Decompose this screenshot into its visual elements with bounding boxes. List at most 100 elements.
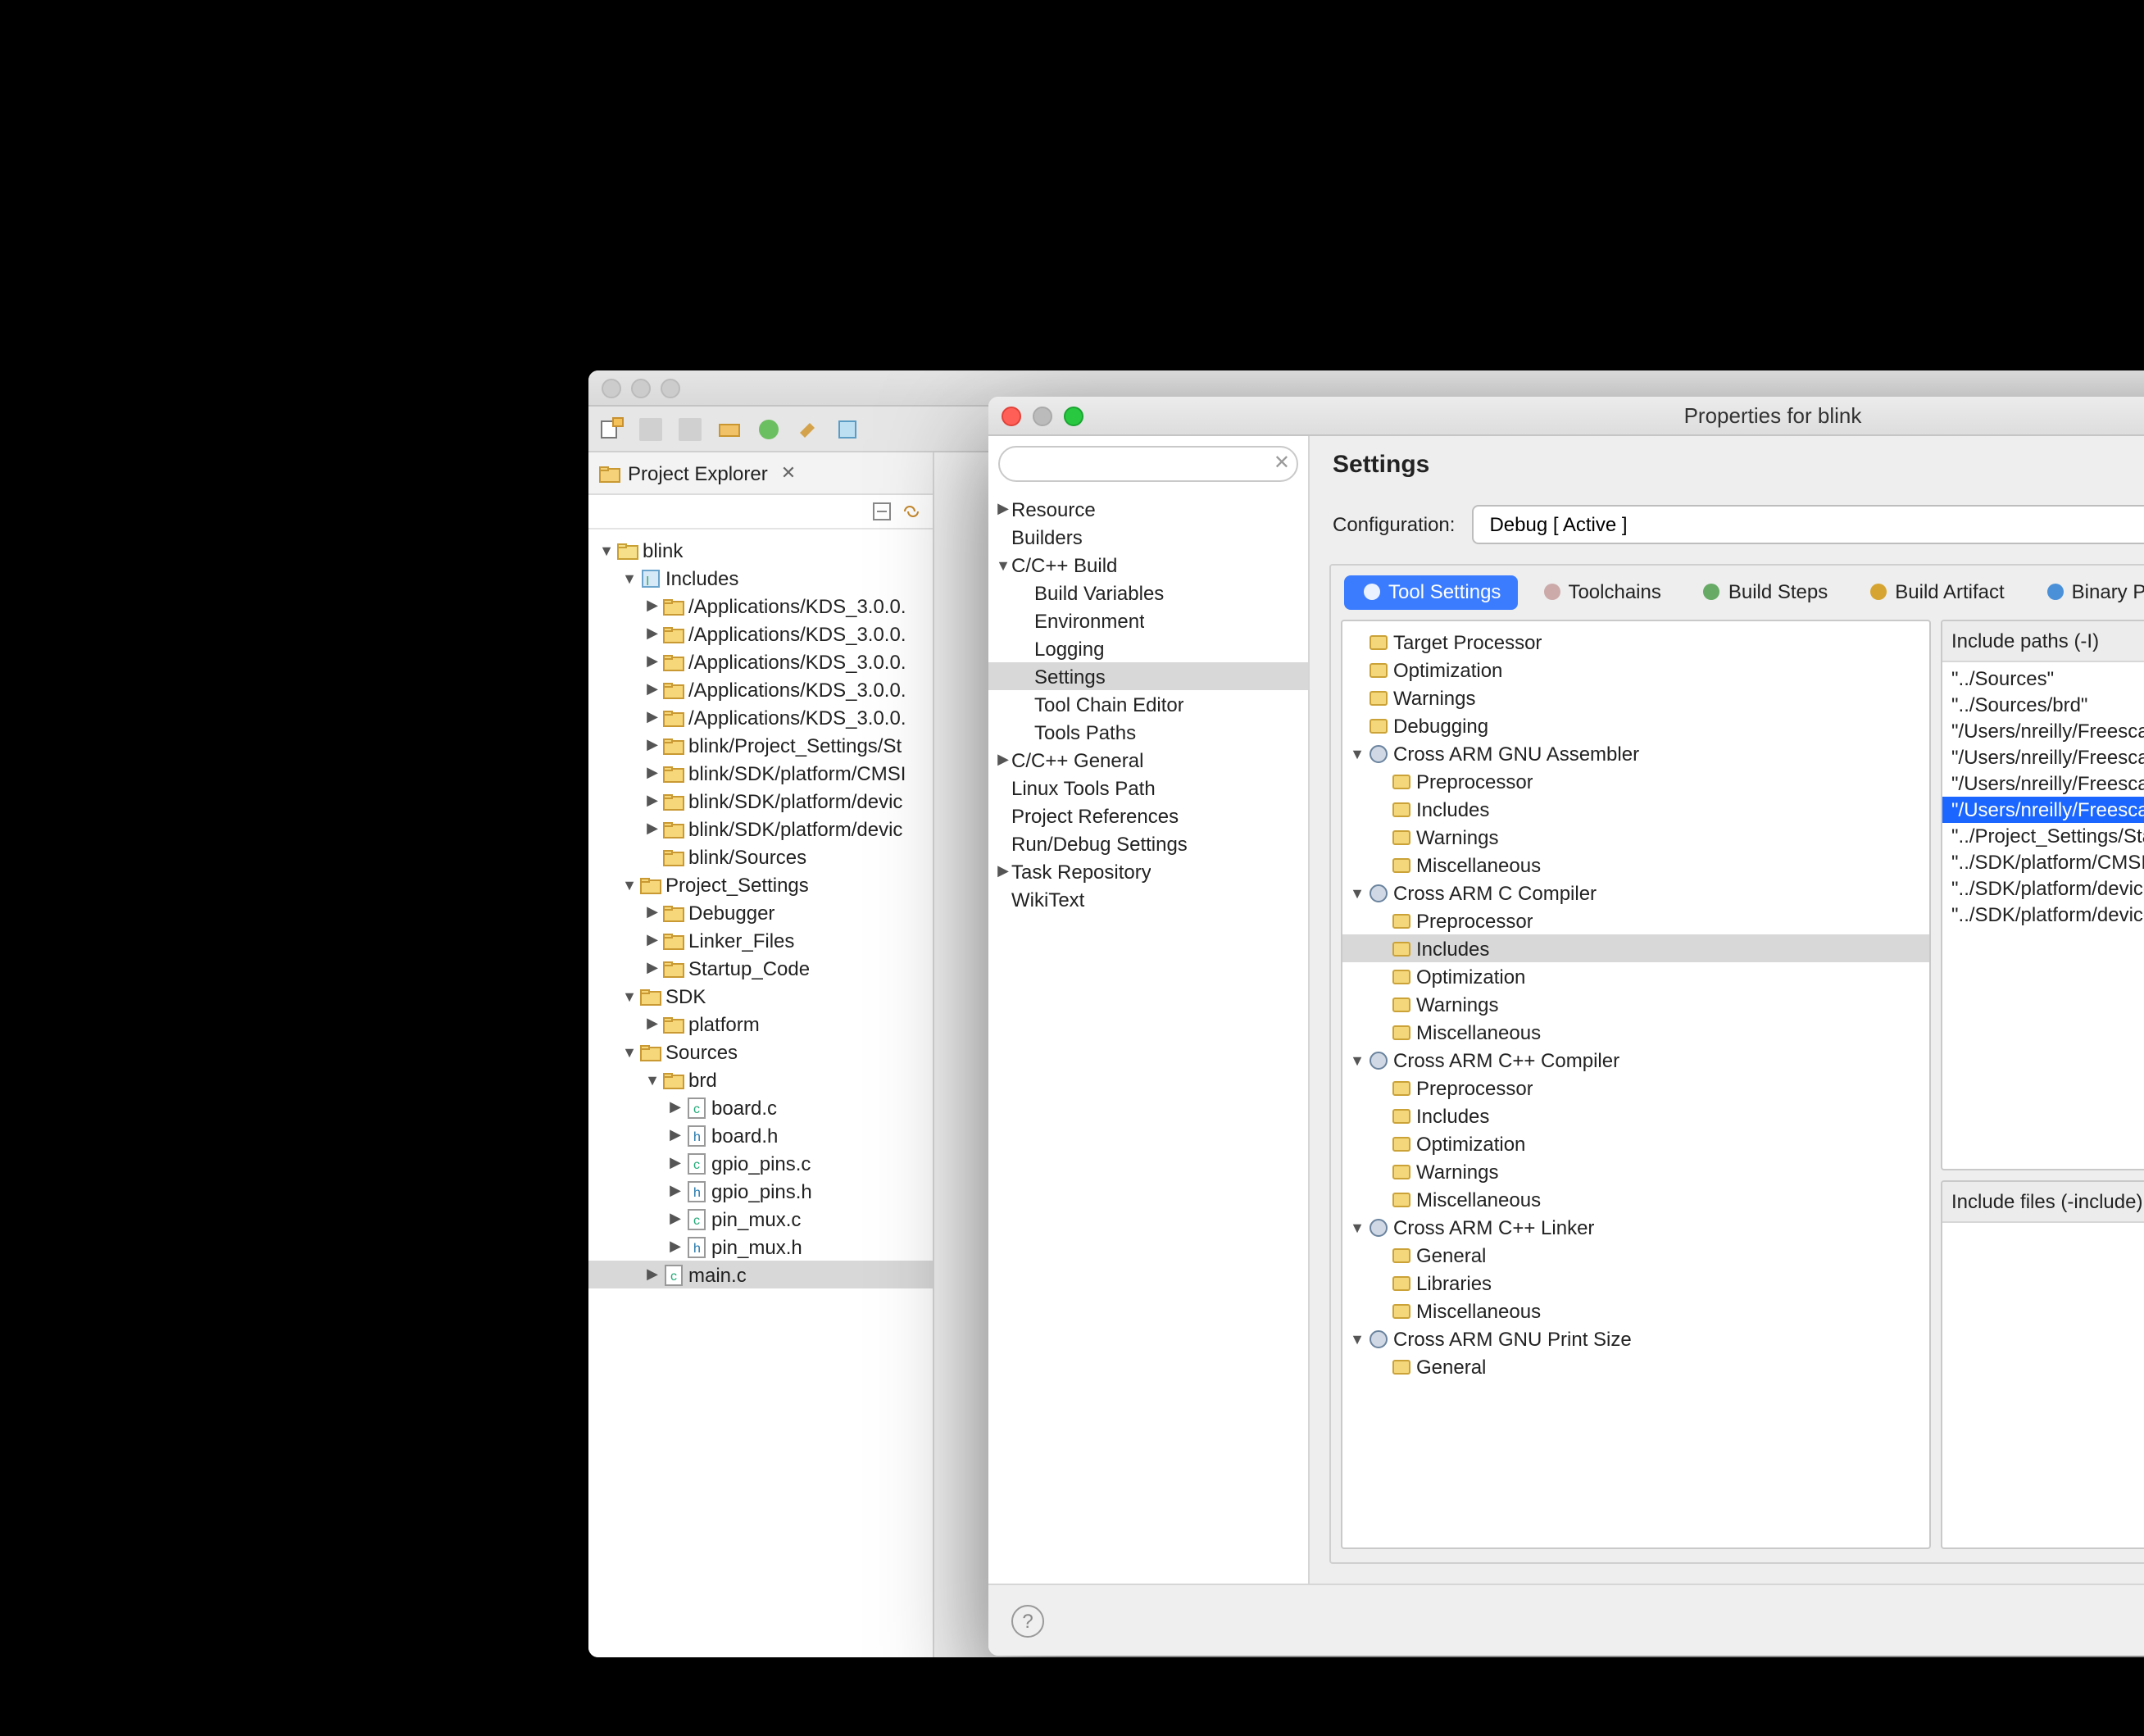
tree-item[interactable]: ▶Debugger [588, 898, 933, 926]
include-path-item[interactable]: "/Users/nreilly/Freescale/KSDK_1.2.0/pla… [1942, 797, 2144, 823]
disclosure-icon[interactable]: ▶ [667, 1126, 684, 1144]
disclosure-icon[interactable]: ▼ [1349, 1219, 1365, 1235]
run-menu-icon[interactable] [752, 412, 785, 445]
tree-item[interactable]: ▼brd [588, 1066, 933, 1093]
disclosure-icon[interactable]: ▶ [644, 764, 661, 782]
tree-item[interactable]: Warnings [1342, 990, 1928, 1018]
tree-item[interactable]: Includes [1342, 934, 1928, 962]
disclosure-icon[interactable]: ▶ [644, 820, 661, 838]
tree-item[interactable]: Warnings [1342, 823, 1928, 851]
tree-item[interactable]: ▶blink/SDK/platform/devic [588, 787, 933, 815]
build-icon[interactable] [792, 412, 824, 445]
close-icon[interactable]: ✕ [781, 462, 796, 484]
include-path-item[interactable]: "../Sources/brd" [1942, 692, 2144, 718]
include-path-item[interactable]: "../SDK/platform/devices" [1942, 875, 2144, 902]
dbg-icon[interactable] [831, 412, 864, 445]
tree-item[interactable]: ▶blink/Project_Settings/St [588, 731, 933, 759]
tree-item[interactable]: Optimization [1342, 656, 1928, 684]
tool-settings-tree[interactable]: Target ProcessorOptimizationWarningsDebu… [1341, 620, 1930, 1549]
include-paths-list[interactable]: "../Sources""../Sources/brd""/Users/nrei… [1942, 662, 2144, 1169]
tree-item[interactable]: ▶/Applications/KDS_3.0.0. [588, 648, 933, 675]
disclosure-icon[interactable]: ▼ [598, 542, 615, 558]
properties-nav-tree[interactable]: ▶ResourceBuilders▼C/C++ BuildBuild Varia… [988, 492, 1308, 1584]
disclosure-icon[interactable]: ▶ [644, 708, 661, 726]
include-path-item[interactable]: "/Users/nreilly/Freescale/KSDK_1.2.0/pla… [1942, 770, 2144, 797]
tree-item[interactable]: ▶cgpio_pins.c [588, 1149, 933, 1177]
tab-binary-parsers[interactable]: Binary Parsers [2028, 575, 2144, 610]
tree-item[interactable]: ▶hpin_mux.h [588, 1233, 933, 1261]
disclosure-icon[interactable]: ▶ [644, 680, 661, 698]
disclosure-icon[interactable]: ▶ [667, 1210, 684, 1228]
disclosure-icon[interactable]: ▶ [644, 903, 661, 921]
tree-item[interactable]: Optimization [1342, 1129, 1928, 1157]
tree-item[interactable]: Preprocessor [1342, 907, 1928, 934]
tree-item[interactable]: Target Processor [1342, 628, 1928, 656]
tree-item[interactable]: ▼SDK [588, 982, 933, 1010]
disclosure-icon[interactable]: ▼ [1349, 745, 1365, 761]
disclosure-icon[interactable]: ▶ [644, 736, 661, 754]
tree-item[interactable]: ▶/Applications/KDS_3.0.0. [588, 592, 933, 620]
help-icon[interactable]: ? [1011, 1604, 1044, 1637]
disclosure-icon[interactable]: ▼ [621, 570, 638, 586]
tree-item[interactable]: Builders [988, 523, 1308, 551]
tab-tool-settings[interactable]: Tool Settings [1344, 575, 1517, 610]
tree-item[interactable]: Linux Tools Path [988, 774, 1308, 802]
filter-input[interactable] [998, 446, 1298, 482]
disclosure-icon[interactable]: ▼ [1349, 1052, 1365, 1068]
disclosure-icon[interactable]: ▶ [667, 1182, 684, 1200]
include-path-item[interactable]: "/Users/nreilly/Freescale/KSDK_1.2.0/pla… [1942, 718, 2144, 744]
disclosure-icon[interactable]: ▼ [621, 1043, 638, 1060]
project-explorer-tab[interactable]: Project Explorer ✕ [588, 452, 933, 495]
config-select[interactable]: Debug [ Active ] [1471, 505, 2144, 544]
disclosure-icon[interactable]: ▼ [1349, 1330, 1365, 1347]
disclosure-icon[interactable]: ▶ [644, 625, 661, 643]
tree-item[interactable]: ▶hboard.h [588, 1121, 933, 1149]
disclosure-icon[interactable]: ▶ [667, 1238, 684, 1256]
disclosure-icon[interactable]: ▶ [644, 931, 661, 949]
tree-item[interactable]: Run/Debug Settings [988, 829, 1308, 857]
dialog-max-icon[interactable] [1064, 406, 1083, 425]
tree-item[interactable]: Libraries [1342, 1269, 1928, 1297]
disclosure-icon[interactable]: ▶ [995, 751, 1011, 769]
include-path-item[interactable]: "/Users/nreilly/Freescale/KSDK_1.2.0/pla… [1942, 744, 2144, 770]
tree-item[interactable]: Miscellaneous [1342, 1297, 1928, 1325]
link-editor-icon[interactable] [900, 500, 923, 523]
include-path-item[interactable]: "../Project_Settings/Startup_Code" [1942, 823, 2144, 849]
tree-item[interactable]: ▼Sources [588, 1038, 933, 1066]
disclosure-icon[interactable]: ▶ [667, 1154, 684, 1172]
disclosure-icon[interactable]: ▼ [644, 1071, 661, 1088]
include-path-item[interactable]: "../SDK/platform/CMSIS/Include" [1942, 849, 2144, 875]
tree-item[interactable]: ▶Linker_Files [588, 926, 933, 954]
tree-item[interactable]: ▶cmain.c [588, 1261, 933, 1288]
tree-item[interactable]: ▼C/C++ Build [988, 551, 1308, 579]
include-files-list[interactable] [1942, 1223, 2144, 1547]
dialog-min-icon[interactable] [1033, 406, 1052, 425]
disclosure-icon[interactable]: ▼ [621, 876, 638, 893]
tree-item[interactable]: ▶cboard.c [588, 1093, 933, 1121]
include-path-item[interactable]: "../SDK/platform/devices/MK22F51212/incl… [1942, 902, 2144, 928]
tree-item[interactable]: Logging [988, 634, 1308, 662]
tree-item[interactable]: ▶Startup_Code [588, 954, 933, 982]
tree-item[interactable]: ▶cpin_mux.c [588, 1205, 933, 1233]
tree-item[interactable]: ▶platform [588, 1010, 933, 1038]
tree-item[interactable]: Settings [988, 662, 1308, 690]
clear-filter-icon[interactable]: ✕ [1274, 451, 1290, 474]
tree-item[interactable]: ▼Cross ARM GNU Print Size [1342, 1325, 1928, 1352]
disclosure-icon[interactable]: ▶ [644, 652, 661, 670]
tree-item[interactable]: Tools Paths [988, 718, 1308, 746]
disclosure-icon[interactable]: ▼ [995, 557, 1011, 573]
tree-item[interactable]: ▶Task Repository [988, 857, 1308, 885]
tree-item[interactable]: ▶blink/SDK/platform/CMSI [588, 759, 933, 787]
tree-item[interactable]: Environment [988, 607, 1308, 634]
tree-item[interactable]: Includes [1342, 795, 1928, 823]
tree-item[interactable]: Tool Chain Editor [988, 690, 1308, 718]
tree-item[interactable]: Warnings [1342, 1157, 1928, 1185]
tree-item[interactable]: Miscellaneous [1342, 1185, 1928, 1213]
tree-item[interactable]: ▶Resource [988, 495, 1308, 523]
tree-item[interactable]: ▼blink [588, 536, 933, 564]
tree-item[interactable]: WikiText [988, 885, 1308, 913]
tree-item[interactable]: General [1342, 1352, 1928, 1380]
tree-item[interactable]: Preprocessor [1342, 767, 1928, 795]
disclosure-icon[interactable]: ▶ [644, 597, 661, 615]
disclosure-icon[interactable]: ▶ [667, 1098, 684, 1116]
